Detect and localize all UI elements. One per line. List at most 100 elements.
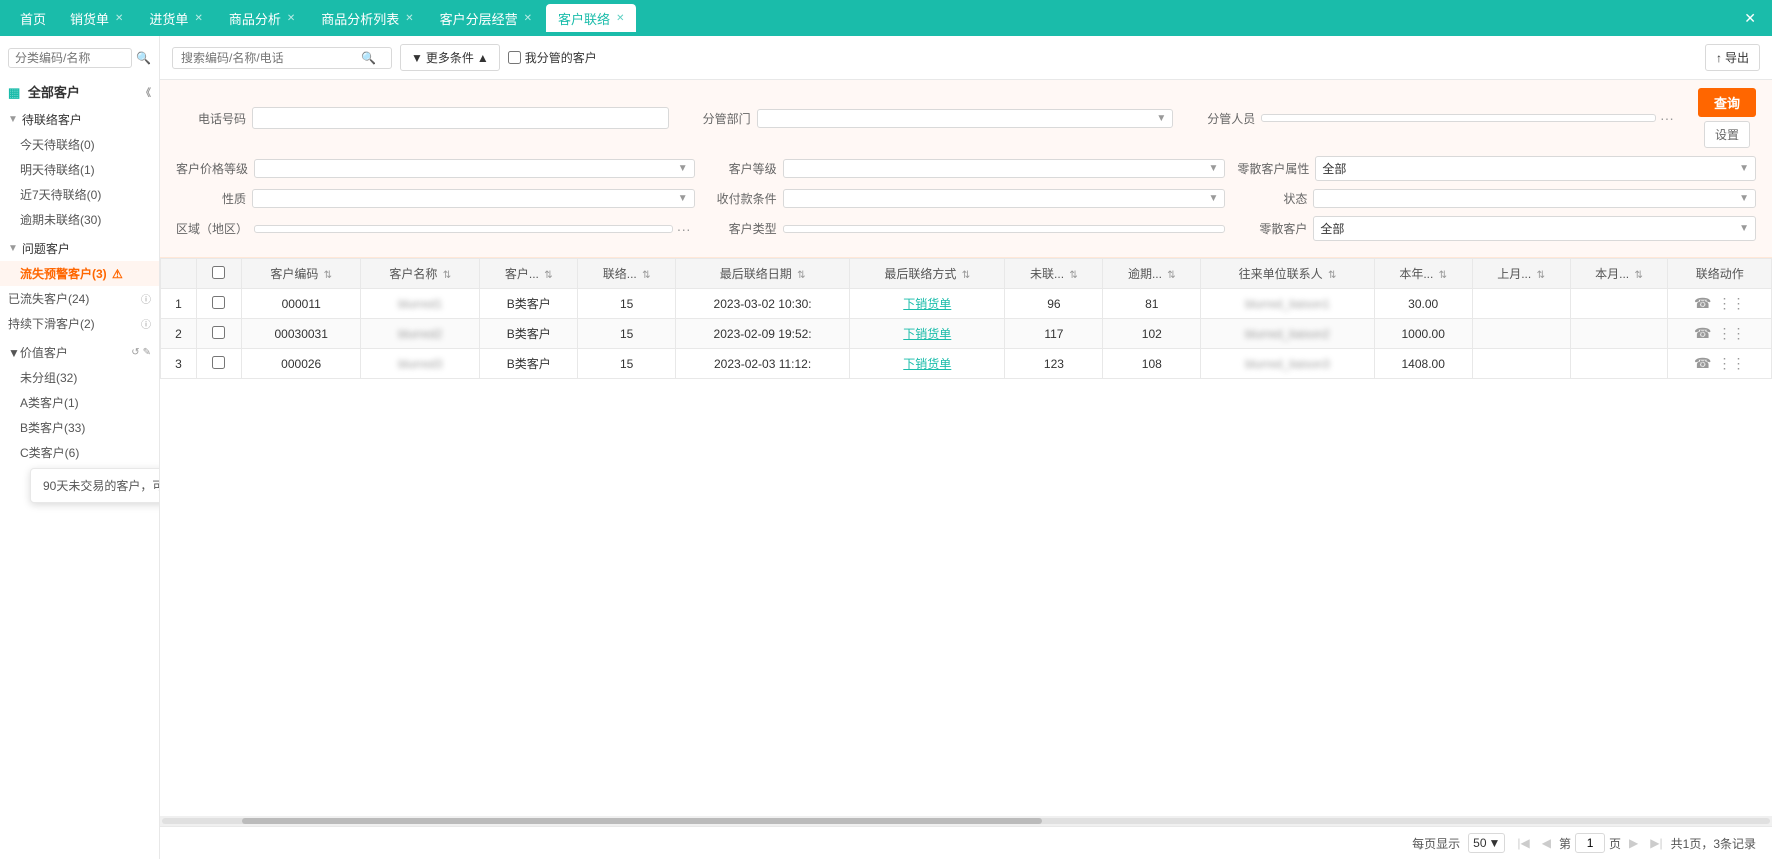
sidebar-item-class-c[interactable]: C类客户(6) [0,440,159,465]
contact-action-icon[interactable]: ☎ [1694,295,1711,312]
filter-customer-type: 客户类型 [707,220,1226,237]
setting-btn[interactable]: 设置 [1704,121,1750,148]
sidebar-item-churn-warning[interactable]: 流失预警客户(3) ⚠ [0,261,159,286]
more-action-icon[interactable]: ⋮⋮ [1717,295,1745,312]
filter-person-select[interactable] [1261,114,1656,122]
export-btn[interactable]: ↑ 导出 [1705,44,1760,71]
tab-analysis-list[interactable]: 商品分析列表 ✕ [309,4,425,32]
more-action-icon[interactable]: ⋮⋮ [1717,355,1745,372]
sidebar-item-class-a[interactable]: A类客户(1) [0,390,159,415]
region-dots[interactable]: ··· [673,221,695,237]
sort-code-icon: ⇅ [324,270,332,281]
scrollbar-thumb[interactable] [242,818,1042,824]
person-dots[interactable]: ··· [1656,110,1678,126]
filter-gender-select[interactable]: ▼ [252,189,695,208]
col-type[interactable]: 客户... ⇅ [480,259,578,289]
last-method-link[interactable]: 下销货单 [903,327,951,341]
collapse-icon: 《 [141,84,151,99]
filter-zero-customer-select[interactable]: 全部 ▼ [1313,216,1756,241]
sidebar-item-7days[interactable]: 近7天待联络(0) [0,182,159,207]
col-checkbox[interactable] [196,259,241,289]
contact-action-icon[interactable]: ☎ [1694,355,1711,372]
filter-customer-type-select[interactable] [783,225,1226,233]
filter-status-select[interactable]: ▼ [1313,189,1756,208]
tab-customer-tier[interactable]: 客户分层经营 ✕ [428,4,544,32]
col-liaison[interactable]: 往来单位联系人 ⇅ [1201,259,1375,289]
row-checkbox-cell[interactable] [196,349,241,379]
info-icon-churned: ⓘ [141,291,151,306]
sidebar-item-overdue[interactable]: 逾期未联络(30) [0,207,159,232]
last-method-link[interactable]: 下销货单 [903,297,951,311]
next-page-btn[interactable]: ▶ [1625,834,1642,852]
per-page-select[interactable]: 50 ▼ [1468,833,1505,853]
select-all-checkbox[interactable] [212,266,225,279]
toolbar-search-input[interactable] [181,51,361,65]
page-number-input[interactable] [1575,833,1605,853]
first-page-btn[interactable]: |◀ [1513,834,1533,852]
refresh-icon[interactable]: ↺ [131,347,139,358]
sidebar-group-value-title[interactable]: ▼ 价值客户 ↺ ✎ [0,340,159,365]
sidebar-group-pending-title[interactable]: ▼ 待联络客户 [0,107,159,132]
row-checkbox[interactable] [212,296,225,309]
horizontal-scrollbar[interactable] [160,816,1772,826]
col-name[interactable]: 客户名称 ⇅ [361,259,480,289]
my-customers-checkbox-label[interactable]: 我分管的客户 [508,49,597,66]
my-customers-checkbox[interactable] [508,51,521,64]
sidebar-item-class-b[interactable]: B类客户(33) [0,415,159,440]
row-last-date: 2023-02-09 19:52: [676,319,850,349]
filter-price-select[interactable]: ▼ [254,159,695,178]
col-this-month[interactable]: 本月... ⇅ [1570,259,1668,289]
sidebar-item-churned[interactable]: 已流失客户(24) ⓘ [0,286,159,311]
sidebar-all-customers[interactable]: ▦ 全部客户 《 [0,76,159,107]
filter-customer-level-select[interactable]: ▼ [783,159,1226,178]
col-last-method[interactable]: 最后联络方式 ⇅ [850,259,1005,289]
sidebar-item-ungrouped[interactable]: 未分组(32) [0,365,159,390]
filter-phone-input[interactable] [252,107,669,129]
sidebar-group-problem-title[interactable]: ▼ 问题客户 [0,236,159,261]
col-overdue[interactable]: 逾期... ⇅ [1103,259,1201,289]
tab-customer-tier-close[interactable]: ✕ [524,13,532,24]
warning-icon: ⚠ [112,267,123,281]
filter-payment-select[interactable]: ▼ [783,189,1226,208]
toolbar-search-icon[interactable]: 🔍 [361,51,376,65]
col-contact[interactable]: 联络... ⇅ [578,259,676,289]
tab-customer-contact-close[interactable]: ✕ [616,13,624,24]
row-checkbox-cell[interactable] [196,319,241,349]
last-method-link[interactable]: 下销货单 [903,357,951,371]
contact-action-icon[interactable]: ☎ [1694,325,1711,342]
col-last-month[interactable]: 上月... ⇅ [1472,259,1570,289]
tab-purchase-close[interactable]: ✕ [194,13,202,24]
row-checkbox[interactable] [212,326,225,339]
col-code[interactable]: 客户编码 ⇅ [242,259,361,289]
tab-analysis-list-close[interactable]: ✕ [405,13,413,24]
customer-level-arrow: ▼ [1208,163,1218,174]
sidebar-search-input[interactable] [8,48,132,68]
col-uncontacted[interactable]: 未联... ⇅ [1005,259,1103,289]
more-action-icon[interactable]: ⋮⋮ [1717,325,1745,342]
col-last-date[interactable]: 最后联络日期 ⇅ [676,259,850,289]
close-all-icon[interactable]: ✕ [1736,6,1764,31]
sidebar-item-declining[interactable]: 持续下滑客户(2) ⓘ [0,311,159,336]
sidebar-search-icon[interactable]: 🔍 [136,51,151,65]
prev-page-btn[interactable]: ◀ [1538,834,1555,852]
query-btn[interactable]: 查询 [1698,88,1756,117]
sidebar-item-tomorrow[interactable]: 明天待联络(1) [0,157,159,182]
filter-region-select[interactable] [254,225,673,233]
filter-zero-attr-select[interactable]: 全部 ▼ [1315,156,1756,181]
filter-dept-select[interactable]: ▼ [757,109,1174,128]
arrow-icon-problem: ▼ [8,243,18,254]
tab-analysis[interactable]: 商品分析 ✕ [217,4,307,32]
more-conditions-btn[interactable]: ▼ 更多条件 ▲ [400,44,500,71]
sidebar-item-today[interactable]: 今天待联络(0) [0,132,159,157]
last-page-btn[interactable]: ▶| [1646,834,1666,852]
tab-sales-close[interactable]: ✕ [115,13,123,24]
tab-home[interactable]: 首页 [8,9,58,28]
tab-customer-contact[interactable]: 客户联络 ✕ [546,4,636,32]
tab-analysis-close[interactable]: ✕ [287,13,295,24]
col-this-year[interactable]: 本年... ⇅ [1374,259,1472,289]
tab-sales[interactable]: 销货单 ✕ [58,4,135,32]
row-checkbox-cell[interactable] [196,289,241,319]
edit-icon[interactable]: ✎ [143,347,151,358]
row-checkbox[interactable] [212,356,225,369]
tab-purchase[interactable]: 进货单 ✕ [137,4,214,32]
